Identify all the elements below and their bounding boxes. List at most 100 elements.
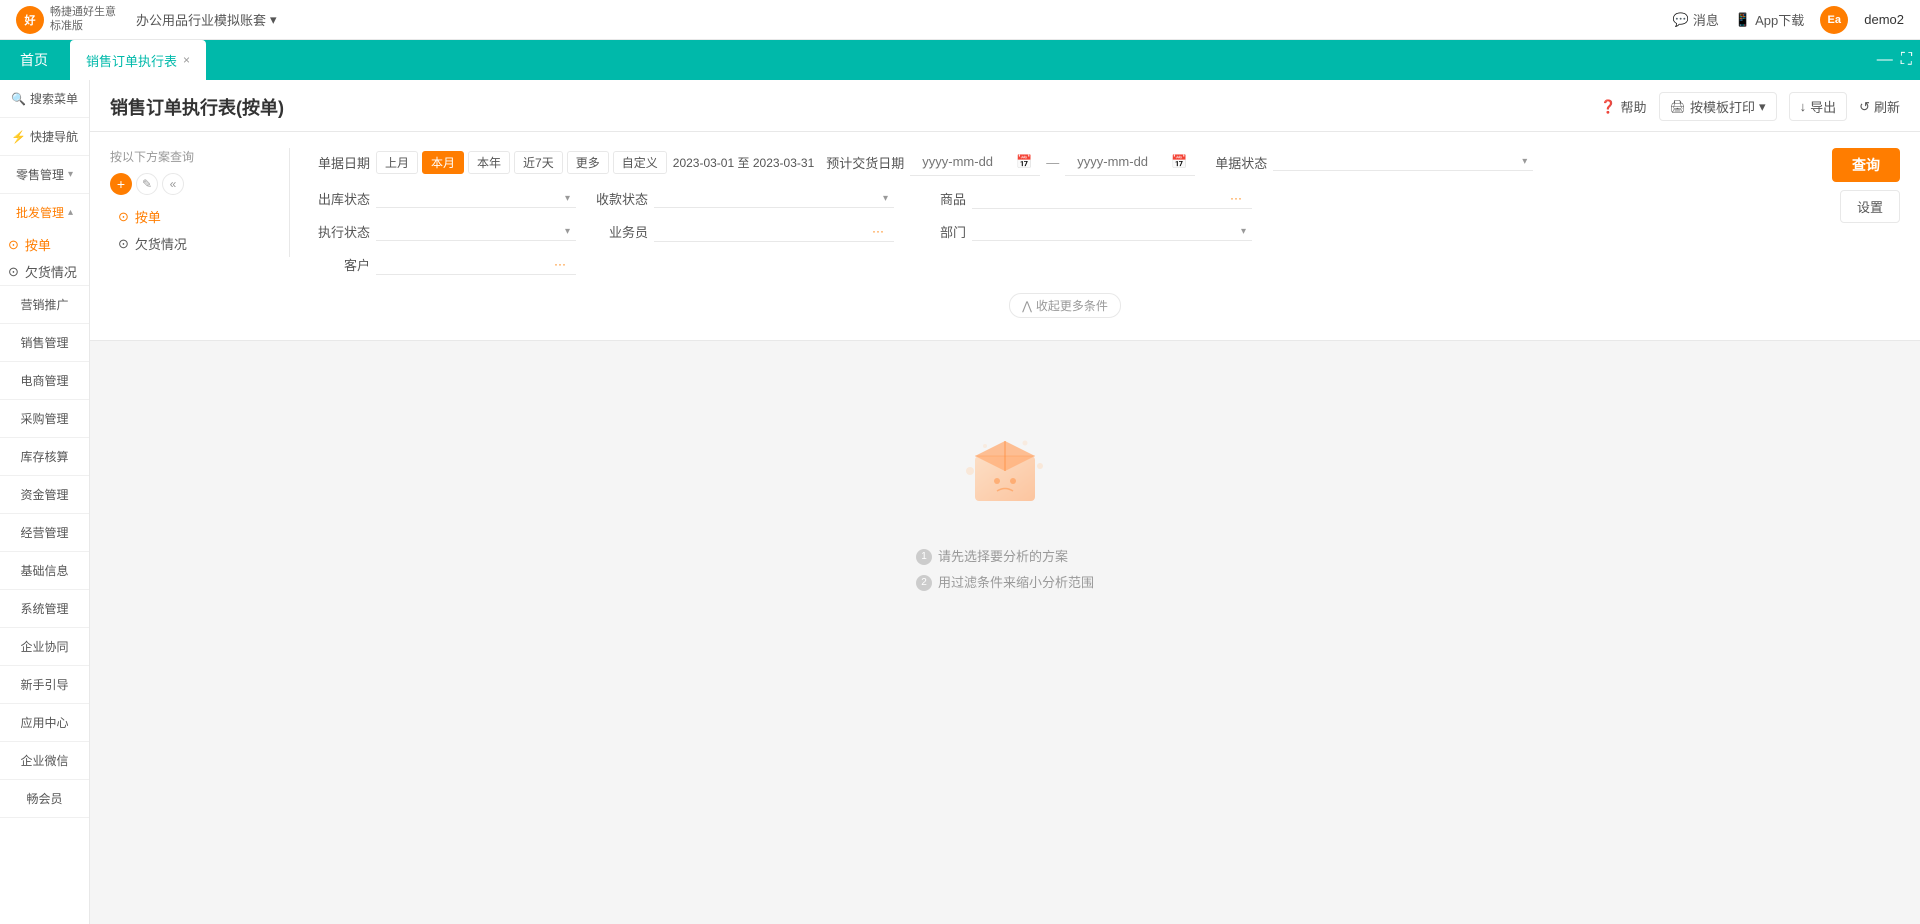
date-btn-custom[interactable]: 自定义	[613, 151, 667, 174]
date-btn-last-month[interactable]: 上月	[376, 151, 418, 174]
app-download-button[interactable]: 📱 App下载	[1735, 10, 1804, 29]
sidebar-item-member-section: 畅会员	[0, 780, 89, 818]
out-status-select[interactable]: ▾	[376, 190, 576, 208]
empty-tips: 1 请先选择要分析的方案 2 用过滤条件来缩小分析范围	[916, 544, 1094, 596]
tab-home[interactable]: 首页	[0, 40, 68, 80]
doc-status-select[interactable]: ▾	[1273, 153, 1533, 171]
sidebar-item-wholesale[interactable]: 批发管理 ▴	[0, 194, 89, 231]
doc-status-arrow-icon: ▾	[1522, 156, 1527, 167]
sidebar-item-marketing[interactable]: 营销推广	[0, 286, 89, 323]
sidebar-item-basic[interactable]: 基础信息	[0, 552, 89, 589]
dept-select[interactable]: ▾	[972, 223, 1252, 241]
nav-dropdown[interactable]: 办公用品行业模拟账套 ▾	[136, 10, 277, 29]
setting-button[interactable]: 设置	[1840, 190, 1900, 223]
avatar[interactable]: Ea	[1820, 6, 1848, 34]
sidebar-item-purchase-section: 采购管理	[0, 400, 89, 438]
date-btn-this-year[interactable]: 本年	[468, 151, 510, 174]
print-button[interactable]: 🖨 按模板打印 ▾	[1659, 92, 1777, 121]
sidebar-plan-order[interactable]: ⊙ 按单	[0, 231, 89, 258]
export-button[interactable]: ↓ 导出	[1789, 92, 1848, 121]
receipt-status-select[interactable]: ▾	[654, 190, 894, 208]
sidebar-item-member[interactable]: 畅会员	[0, 780, 89, 817]
plan-debt-icon: ⊙	[118, 236, 129, 252]
tab-active-label: 销售订单执行表	[86, 51, 177, 70]
receipt-status-arrow-icon: ▾	[883, 193, 888, 204]
date-btn-this-month[interactable]: 本月	[422, 151, 464, 174]
calendar-start-icon[interactable]: 📅	[1016, 154, 1032, 170]
sidebar-item-operation-section: 经营管理	[0, 514, 89, 552]
page-title: 销售订单执行表(按单)	[110, 94, 284, 130]
tabbar-minimize-icon[interactable]: —	[1877, 51, 1893, 69]
add-plan-button[interactable]: +	[110, 173, 132, 195]
sidebar-item-purchase[interactable]: 采购管理	[0, 400, 89, 437]
customer-more-icon[interactable]: ···	[550, 257, 570, 271]
filter-area-right: 单据日期 上月 本月 本年 近7天 更多 自定义	[290, 148, 1900, 324]
calendar-end-icon[interactable]: 📅	[1171, 154, 1187, 170]
query-button[interactable]: 查询	[1832, 148, 1900, 182]
dept-label: 部门	[906, 222, 966, 241]
filter-group-doc-status: 单据状态 ▾	[1207, 153, 1533, 172]
sidebar-item-inventory[interactable]: 库存核算	[0, 438, 89, 475]
sidebar-item-corp[interactable]: 企业协同	[0, 628, 89, 665]
sidebar-item-system[interactable]: 系统管理	[0, 590, 89, 627]
sidebar-item-retail[interactable]: 零售管理 ▾	[0, 156, 89, 193]
content-area: 销售订单执行表(按单) ❓ 帮助 🖨 按模板打印 ▾ ↓ 导出 ↺ 刷新	[90, 80, 1920, 924]
filter-group-salesperson: 业务员 ···	[588, 221, 894, 242]
collapse-button[interactable]: ⋀ 收起更多条件	[1009, 293, 1121, 318]
sidebar-item-appstore[interactable]: 应用中心	[0, 704, 89, 741]
refresh-icon: ↺	[1859, 99, 1870, 115]
filter-row-2: 出库状态 ▾ 收款状态 ▾	[310, 188, 1820, 209]
goods-select[interactable]: ···	[972, 188, 1252, 209]
empty-illustration	[955, 421, 1055, 524]
sidebar-item-ecommerce[interactable]: 电商管理	[0, 362, 89, 399]
tip-num-2: 2	[916, 575, 932, 591]
empty-icon	[955, 421, 1055, 521]
download-icon: 📱	[1735, 12, 1751, 28]
sidebar-item-marketing-section: 营销推广	[0, 286, 89, 324]
messages-button[interactable]: 💬 消息	[1673, 10, 1719, 29]
retail-arrow-icon: ▾	[68, 169, 73, 180]
exec-status-select[interactable]: ▾	[376, 223, 576, 241]
sidebar-search-btn[interactable]: 🔍 搜索菜单	[0, 80, 89, 117]
date-btn-more[interactable]: 更多	[567, 151, 609, 174]
tab-active[interactable]: 销售订单执行表 ×	[70, 40, 206, 80]
goods-more-icon[interactable]: ···	[1226, 191, 1246, 205]
refresh-button[interactable]: ↺ 刷新	[1859, 97, 1900, 116]
date-btn-last7[interactable]: 近7天	[514, 151, 563, 174]
plan-item-debt[interactable]: ⊙ 欠货情况	[110, 230, 277, 257]
tip-num-1: 1	[916, 549, 932, 565]
sidebar-plan-debt[interactable]: ⊙ 欠货情况	[0, 258, 89, 285]
help-icon: ❓	[1600, 99, 1616, 115]
goods-label: 商品	[906, 189, 966, 208]
empty-tip-2: 2 用过滤条件来缩小分析范围	[916, 570, 1094, 596]
filter-group-receipt-status: 收款状态 ▾	[588, 189, 894, 208]
sidebar-item-wechat[interactable]: 企业微信	[0, 742, 89, 779]
doc-date-label: 单据日期	[310, 153, 370, 172]
salesperson-more-icon[interactable]: ···	[868, 224, 888, 238]
tab-close-icon[interactable]: ×	[183, 53, 190, 67]
edit-plan-button[interactable]: ✎	[136, 173, 158, 195]
date-range-display: 2023-03-01 至 2023-03-31	[673, 154, 814, 171]
order-icon: ⊙	[8, 237, 19, 253]
sidebar-item-corp-section: 企业协同	[0, 628, 89, 666]
sidebar-item-newbie[interactable]: 新手引导	[0, 666, 89, 703]
filter-group-out-status: 出库状态 ▾	[310, 189, 576, 208]
sidebar-item-operation[interactable]: 经营管理	[0, 514, 89, 551]
sidebar-item-quicknav[interactable]: ⚡ 快捷导航	[0, 118, 89, 155]
filter-group-exec-status: 执行状态 ▾	[310, 222, 576, 241]
sidebar-item-sales-section: 销售管理	[0, 324, 89, 362]
expected-date-start-input[interactable]	[916, 151, 1016, 172]
sidebar-item-finance[interactable]: 资金管理	[0, 476, 89, 513]
debt-icon: ⊙	[8, 264, 19, 280]
expected-date-end-input[interactable]	[1071, 151, 1171, 172]
help-button[interactable]: ❓ 帮助	[1600, 97, 1646, 116]
date-dash: —	[1046, 155, 1059, 170]
filter-panel: 按以下方案查询 + ✎ « ⊙ 按单 ⊙ 欠货情况	[90, 132, 1920, 341]
collapse-plan-button[interactable]: «	[162, 173, 184, 195]
tabbar-expand-icon[interactable]: ⛶	[1901, 51, 1912, 69]
customer-select[interactable]: ···	[376, 254, 576, 275]
sidebar-item-sales[interactable]: 销售管理	[0, 324, 89, 361]
exec-status-arrow-icon: ▾	[565, 226, 570, 237]
plan-item-order[interactable]: ⊙ 按单	[110, 203, 277, 230]
salesperson-select[interactable]: ···	[654, 221, 894, 242]
